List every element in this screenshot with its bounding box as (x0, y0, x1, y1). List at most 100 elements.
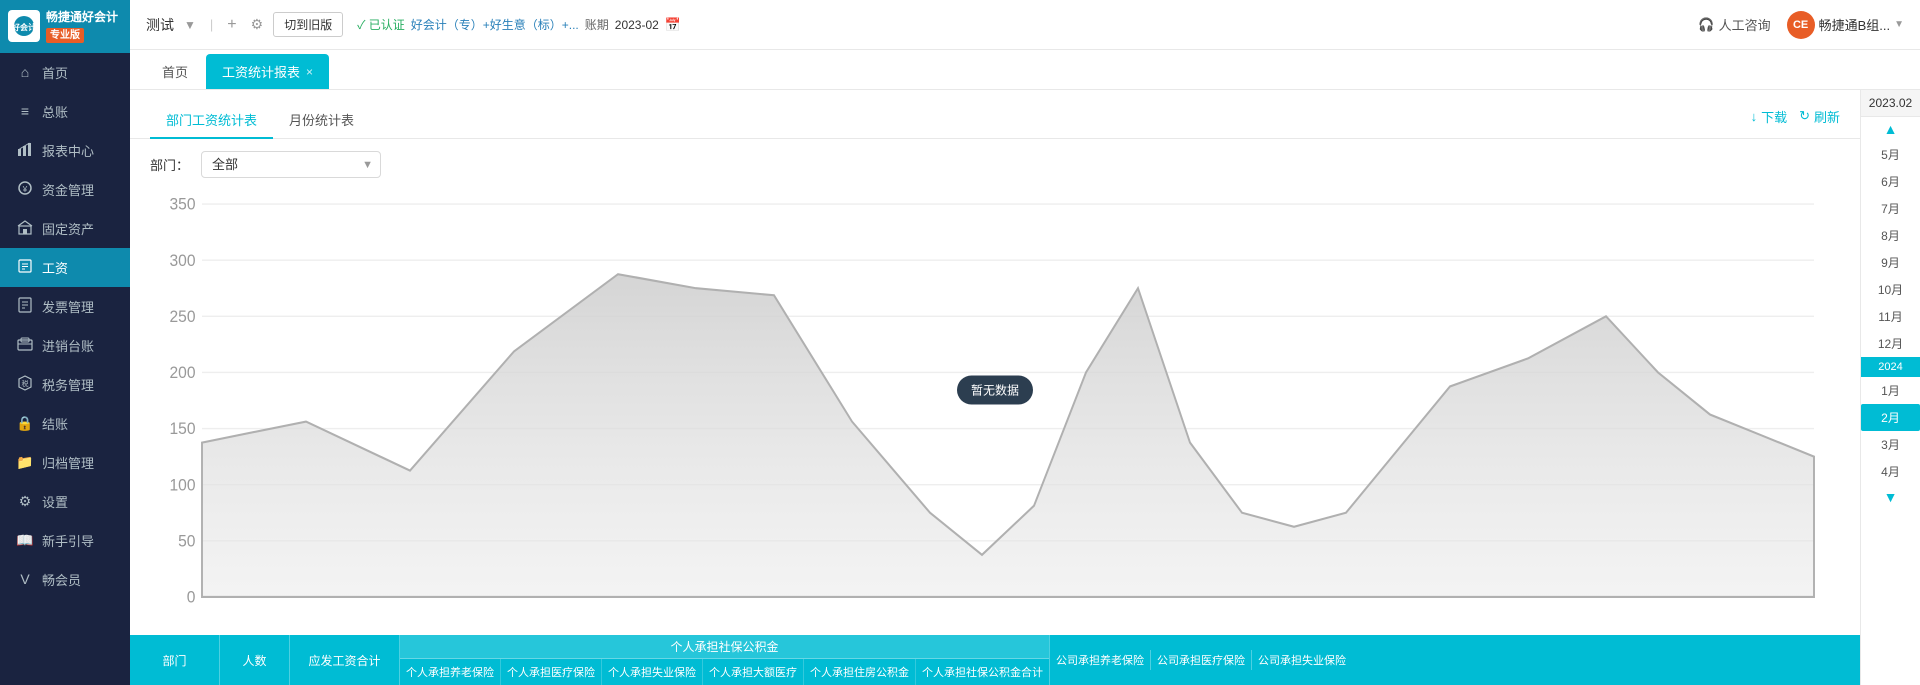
dept-filter-label: 部门： (150, 155, 189, 174)
dept-select[interactable]: 全部 销售部 技术部 财务部 行政部 (201, 151, 381, 178)
date-month-2-active[interactable]: 2月 (1861, 404, 1920, 431)
sidebar-item-guide[interactable]: 📖 新手引导 (0, 521, 130, 560)
sidebar-item-sales[interactable]: 进销台账 (0, 326, 130, 365)
logo-text: 畅捷通好会计 专业版 (46, 10, 118, 43)
date-current: 2023.02 (1861, 90, 1920, 117)
headset-icon: 🎧 (1698, 17, 1714, 33)
chart-svg: 350 300 250 200 150 100 50 0 (150, 190, 1840, 625)
project-dropdown-arrow[interactable]: ▼ (184, 18, 196, 32)
member-icon: V (16, 571, 34, 587)
refresh-icon: ↻ (1799, 108, 1810, 124)
product-tags: 好会计（专）+好生意（标）+... (411, 16, 579, 33)
svg-text:0: 0 (187, 588, 196, 607)
date-nav-down[interactable]: ▼ (1861, 485, 1920, 509)
col-company-medical: 公司承担医疗保险 (1151, 650, 1252, 670)
archive-icon: 📁 (16, 454, 34, 471)
period-value: 2023-02 (615, 18, 659, 32)
date-month-1[interactable]: 1月 (1861, 377, 1920, 404)
sidebar-item-invoice[interactable]: 发票管理 (0, 287, 130, 326)
col-personal-housing: 个人承担住房公积金 (804, 659, 916, 685)
date-month-4[interactable]: 4月 (1861, 458, 1920, 485)
date-month-7[interactable]: 7月 (1861, 195, 1920, 222)
ledger-icon: ≡ (16, 103, 34, 119)
chart-area: 350 300 250 200 150 100 50 0 (130, 190, 1860, 635)
topbar-right: 🎧 人工咨询 CE 畅捷通B组... ▼ (1698, 11, 1904, 39)
settings-topbar-icon[interactable]: ⚙ (251, 16, 264, 33)
svg-text:好会计: 好会计 (12, 22, 36, 32)
date-month-10[interactable]: 10月 (1861, 276, 1920, 303)
period-label: 账期 (585, 16, 609, 33)
guide-icon: 📖 (16, 532, 34, 549)
svg-text:税: 税 (22, 379, 29, 388)
col-group-personal: 个人承担社保公积金 个人承担养老保险 个人承担医疗保险 个人承担失业保险 (400, 635, 1050, 685)
sidebar-item-asset[interactable]: 固定资产 (0, 209, 130, 248)
date-nav-up[interactable]: ▲ (1861, 117, 1920, 141)
date-panel: 2023.02 ▲ 5月 6月 7月 8月 9月 10月 11月 12月 202… (1860, 90, 1920, 685)
content-area: 部门工资统计表 月份统计表 ↓ 下载 ↻ 刷新 (130, 90, 1920, 685)
date-year-2024[interactable]: 2024 (1861, 357, 1920, 377)
date-month-3[interactable]: 3月 (1861, 431, 1920, 458)
tab-salary-report[interactable]: 工资统计报表 × (206, 54, 329, 89)
logo-icon: 好会计 (8, 10, 40, 42)
service-button[interactable]: 🎧 人工咨询 (1698, 15, 1770, 34)
tab-home[interactable]: 首页 (146, 54, 204, 89)
date-month-9[interactable]: 9月 (1861, 249, 1920, 276)
add-icon[interactable]: + (227, 16, 236, 34)
subtabs-actions: ↓ 下载 ↻ 刷新 (1751, 107, 1840, 134)
fund-icon: ¥ (16, 180, 34, 199)
sidebar-item-closing[interactable]: 🔒 结账 (0, 404, 130, 443)
col-salary: 应发工资合计 (290, 635, 400, 685)
settings-icon: ⚙ (16, 493, 34, 510)
refresh-button[interactable]: ↻ 刷新 (1799, 107, 1840, 126)
subtab-dept[interactable]: 部门工资统计表 (150, 102, 273, 139)
svg-text:350: 350 (169, 195, 195, 214)
sidebar: 好会计 畅捷通好会计 专业版 ⌂ 首页 ≡ 总账 报表中心 ¥ (0, 0, 130, 685)
svg-text:300: 300 (169, 251, 195, 270)
sidebar-item-home[interactable]: ⌂ 首页 (0, 53, 130, 92)
svg-text:100: 100 (169, 476, 195, 495)
svg-text:200: 200 (169, 364, 195, 383)
col-company-unemployment: 公司承担失业保险 (1252, 650, 1352, 670)
date-month-6[interactable]: 6月 (1861, 168, 1920, 195)
sidebar-item-salary[interactable]: 工资 (0, 248, 130, 287)
filter-bar: 部门： 全部 销售部 技术部 财务部 行政部 ▼ (130, 139, 1860, 190)
switch-version-button[interactable]: 切到旧版 (273, 12, 343, 37)
sidebar-item-ledger[interactable]: ≡ 总账 (0, 92, 130, 131)
project-title: 测试 (146, 15, 174, 35)
sidebar-item-tax[interactable]: 税 税务管理 (0, 365, 130, 404)
col-group-personal-sub: 个人承担养老保险 个人承担医疗保险 个人承担失业保险 个人承担大额医疗 个人承担 (400, 659, 1049, 685)
col-personal-medical: 个人承担医疗保险 (501, 659, 602, 685)
invoice-icon (16, 297, 34, 316)
closing-icon: 🔒 (16, 415, 34, 432)
sidebar-item-settings[interactable]: ⚙ 设置 (0, 482, 130, 521)
sidebar-item-member[interactable]: V 畅会员 (0, 560, 130, 599)
topbar: 测试 ▼ | + ⚙ 切到旧版 ✓ 已认证 好会计（专）+好生意（标）+... … (130, 0, 1920, 50)
calendar-icon[interactable]: 📅 (665, 17, 681, 33)
sales-icon (16, 336, 34, 355)
tab-close-icon[interactable]: × (306, 65, 313, 79)
date-month-12[interactable]: 12月 (1861, 330, 1920, 357)
date-month-5[interactable]: 5月 (1861, 141, 1920, 168)
tax-icon: 税 (16, 375, 34, 394)
dept-select-wrapper: 全部 销售部 技术部 财务部 行政部 ▼ (201, 151, 381, 178)
table-footer: 部门 人数 应发工资合计 个人承担社保公积金 个人承担养老保险 (130, 635, 1860, 685)
col-group-personal-header: 个人承担社保公积金 (400, 635, 1049, 659)
date-month-11[interactable]: 11月 (1861, 303, 1920, 330)
svg-text:50: 50 (178, 532, 195, 551)
page-content: 部门工资统计表 月份统计表 ↓ 下载 ↻ 刷新 (130, 90, 1860, 685)
user-menu[interactable]: CE 畅捷通B组... ▼ (1787, 11, 1904, 39)
svg-text:250: 250 (169, 307, 195, 326)
user-dropdown-arrow: ▼ (1894, 19, 1904, 30)
date-month-8[interactable]: 8月 (1861, 222, 1920, 249)
col-personal-pension: 个人承担养老保险 (400, 659, 501, 685)
status-tags: ✓ 已认证 好会计（专）+好生意（标）+... 账期 2023-02 📅 (357, 16, 681, 33)
col-personal-unemployment: 个人承担失业保险 (602, 659, 703, 685)
sidebar-item-fund[interactable]: ¥ 资金管理 (0, 170, 130, 209)
salary-icon (16, 258, 34, 277)
download-button[interactable]: ↓ 下载 (1751, 107, 1788, 126)
col-dept: 部门 (130, 635, 220, 685)
sidebar-item-archive[interactable]: 📁 归档管理 (0, 443, 130, 482)
col-company-pension: 公司承担养老保险 (1050, 650, 1151, 670)
sidebar-item-report[interactable]: 报表中心 (0, 131, 130, 170)
subtab-month[interactable]: 月份统计表 (273, 102, 370, 139)
